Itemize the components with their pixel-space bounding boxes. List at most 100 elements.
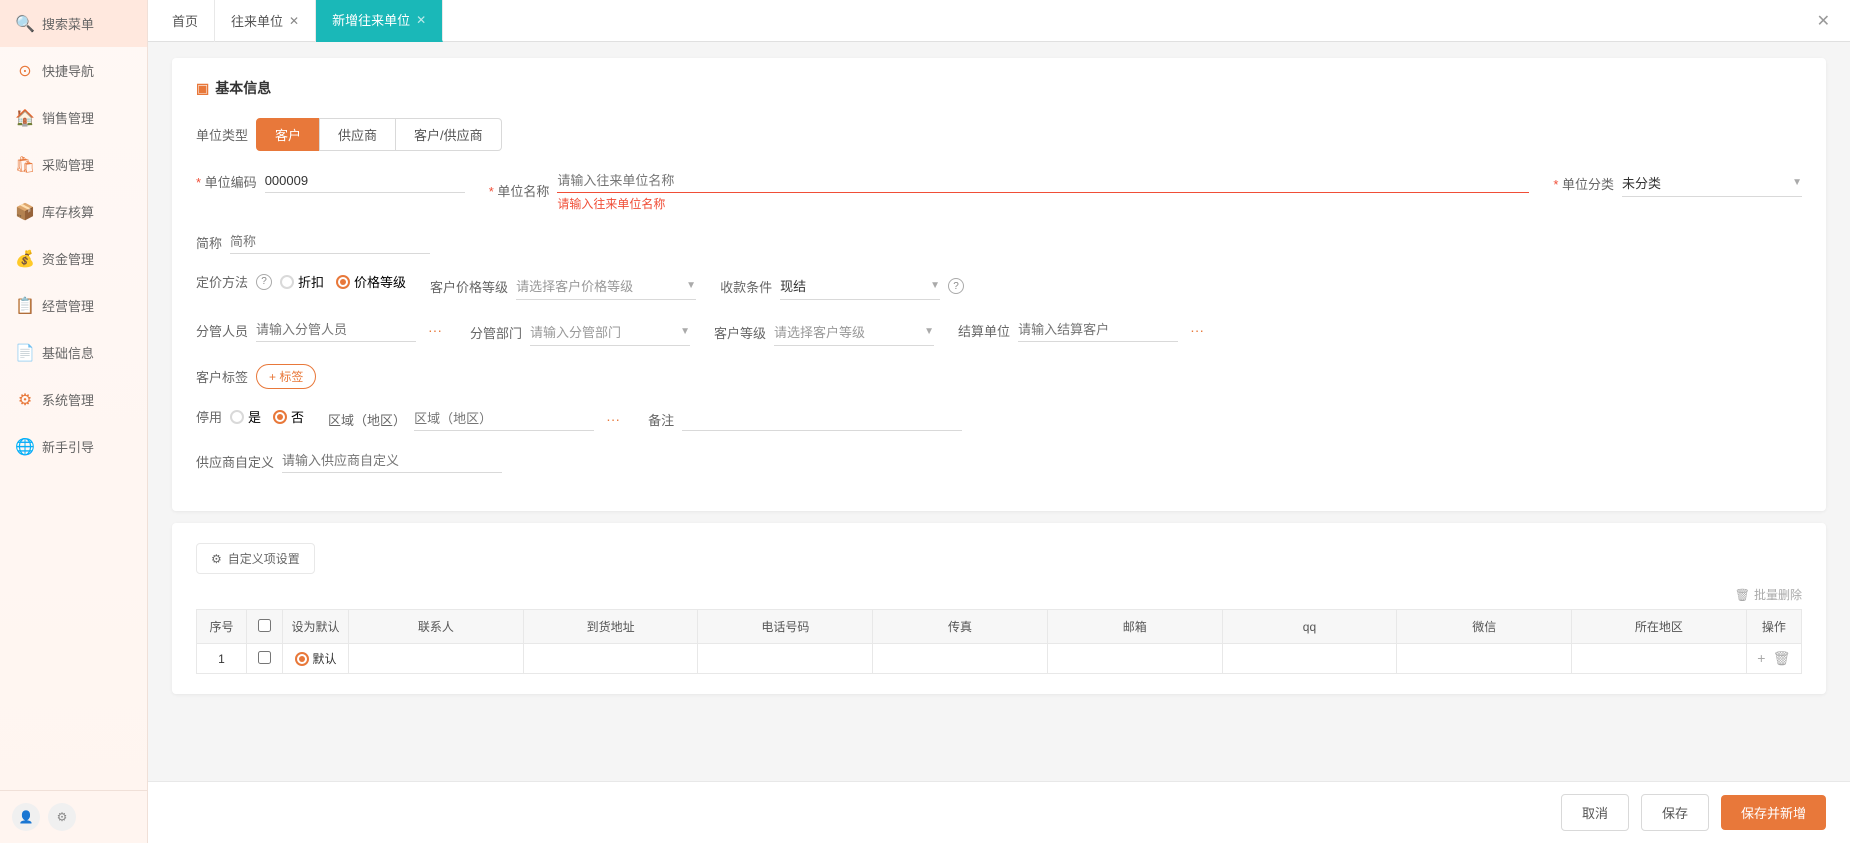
form-row-customer-tag: 客户标签 + 标签 (196, 364, 1802, 389)
sidebar-item-search[interactable]: 🔍 搜索菜单 (0, 0, 147, 47)
add-row-btn[interactable]: + (1755, 650, 1767, 666)
radio-no[interactable]: 否 (273, 407, 304, 426)
disabled-radio-group: 是 否 (230, 407, 304, 426)
col-check (247, 610, 283, 644)
btn-both[interactable]: 客户/供应商 (395, 118, 502, 151)
radio-price-level-circle (336, 275, 350, 289)
tab-trading[interactable]: 往来单位 ✕ (215, 0, 316, 42)
supervisor-input[interactable] (256, 318, 416, 342)
custom-settings-label: 自定义项设置 (228, 550, 300, 567)
sidebar-item-purchase[interactable]: 🛍 采购管理 (0, 141, 147, 188)
department-group: 分管部门 请输入分管部门 ▼ (470, 318, 690, 346)
cell-wechat[interactable] (1397, 644, 1572, 674)
sidebar-item-quicknav[interactable]: ⊙ 快捷导航 (0, 47, 147, 94)
remark-input[interactable] (682, 407, 962, 431)
wechat-input[interactable] (1405, 652, 1563, 666)
tab-home[interactable]: 首页 (156, 0, 215, 42)
settlement-group: 结算单位 ··· (958, 318, 1208, 342)
cell-address[interactable] (523, 644, 698, 674)
cell-region[interactable] (1572, 644, 1747, 674)
gear-icon: ⚙ (211, 552, 222, 566)
table-header-row: 序号 设为默认 联系人 到货地址 电话号码 传真 邮箱 qq 微信 所在地区 操… (197, 610, 1802, 644)
customer-tag-group: 客户标签 + 标签 (196, 364, 316, 389)
radio-default[interactable]: 默认 (291, 650, 340, 667)
region-group: 区域（地区） ··· (328, 407, 624, 431)
unit-category-value: 未分类 (1622, 173, 1792, 192)
cell-contact[interactable] (349, 644, 524, 674)
close-all-tabs[interactable]: ✕ (1805, 11, 1842, 31)
qq-input[interactable] (1231, 652, 1389, 666)
radio-yes-circle (230, 410, 244, 424)
region-more-btn[interactable]: ··· (602, 411, 624, 427)
tab-new-trading-close[interactable]: ✕ (416, 13, 426, 27)
supplier-custom-input[interactable] (282, 449, 502, 473)
bottom-bar: 取消 保存 保存并新增 (148, 781, 1850, 843)
col-region: 所在地区 (1572, 610, 1747, 644)
radio-default-circle (295, 652, 309, 666)
cell-actions: + 🗑 (1746, 644, 1801, 674)
unit-name-input[interactable] (557, 169, 1529, 193)
sidebar-item-finance[interactable]: 💰 资金管理 (0, 235, 147, 282)
custom-settings-btn[interactable]: ⚙ 自定义项设置 (196, 543, 315, 574)
cell-email[interactable] (1047, 644, 1222, 674)
sidebar-item-operation[interactable]: 📋 经营管理 (0, 282, 147, 329)
btn-customer[interactable]: 客户 (256, 118, 320, 151)
supervisor-more-btn[interactable]: ··· (424, 322, 446, 338)
payment-terms-select[interactable]: 现结 ▼ (780, 272, 940, 300)
customer-level-label: 客户等级 (714, 323, 766, 342)
quicknav-icon: ⊙ (16, 62, 34, 80)
save-new-button[interactable]: 保存并新增 (1721, 795, 1826, 830)
settings-bottom-icon: ⚙ (48, 803, 76, 831)
short-name-group: 简称 (196, 230, 430, 254)
col-default: 设为默认 (283, 610, 349, 644)
region-table-input[interactable] (1580, 652, 1738, 666)
pricing-help-icon[interactable]: ? (256, 274, 272, 290)
tab-new-trading[interactable]: 新增往来单位 ✕ (316, 0, 443, 42)
delete-row-btn[interactable]: 🗑 (1771, 650, 1793, 667)
phone-input[interactable] (706, 652, 864, 666)
customer-level-select[interactable]: 请选择客户等级 ▼ (774, 318, 934, 346)
remark-label: 备注 (648, 410, 674, 429)
address-input[interactable] (532, 652, 690, 666)
radio-yes[interactable]: 是 (230, 407, 261, 426)
department-select[interactable]: 请输入分管部门 ▼ (530, 318, 690, 346)
cell-phone[interactable] (698, 644, 873, 674)
customer-price-level-select[interactable]: 请选择客户价格等级 ▼ (516, 272, 696, 300)
disabled-group: 停用 是 否 (196, 407, 304, 426)
col-qq: qq (1222, 610, 1397, 644)
tab-trading-close[interactable]: ✕ (289, 14, 299, 28)
sidebar-item-inventory[interactable]: 📦 库存核算 (0, 188, 147, 235)
form-row-supervisor: 分管人员 ··· 分管部门 请输入分管部门 ▼ 客户等级 请选择客户等级 ▼ (196, 318, 1802, 346)
email-input[interactable] (1056, 652, 1214, 666)
sidebar-item-sales[interactable]: 🏠 销售管理 (0, 94, 147, 141)
unit-name-error: 请输入往来单位名称 (557, 195, 1529, 212)
supplier-custom-label: 供应商自定义 (196, 452, 274, 471)
payment-help-icon[interactable]: ? (948, 278, 964, 294)
select-all-checkbox[interactable] (258, 619, 271, 632)
region-input[interactable] (414, 407, 594, 431)
bulk-delete-btn[interactable]: 🗑 批量删除 (1735, 586, 1802, 603)
contact-input[interactable] (357, 652, 515, 666)
col-wechat: 微信 (1397, 610, 1572, 644)
cell-fax[interactable] (873, 644, 1048, 674)
unit-code-input[interactable] (265, 169, 465, 193)
unit-category-select[interactable]: 未分类 ▼ (1622, 169, 1802, 197)
add-tag-btn[interactable]: + 标签 (256, 364, 316, 389)
row-checkbox[interactable] (255, 651, 274, 664)
cell-check[interactable] (247, 644, 283, 674)
radio-discount[interactable]: 折扣 (280, 272, 324, 291)
sidebar-item-basic[interactable]: 📄 基础信息 (0, 329, 147, 376)
sidebar-item-system[interactable]: ⚙ 系统管理 (0, 376, 147, 423)
payment-terms-arrow: ▼ (930, 280, 940, 291)
fax-input[interactable] (881, 652, 1039, 666)
cancel-button[interactable]: 取消 (1561, 794, 1629, 831)
settlement-input[interactable] (1018, 318, 1178, 342)
save-button[interactable]: 保存 (1641, 794, 1709, 831)
short-name-input[interactable] (230, 230, 430, 254)
radio-price-level[interactable]: 价格等级 (336, 272, 406, 291)
settlement-more-btn[interactable]: ··· (1186, 322, 1208, 338)
btn-supplier[interactable]: 供应商 (319, 118, 396, 151)
payment-terms-label: 收款条件 (720, 277, 772, 296)
cell-qq[interactable] (1222, 644, 1397, 674)
sidebar-item-newguide[interactable]: 🌐 新手引导 (0, 423, 147, 470)
